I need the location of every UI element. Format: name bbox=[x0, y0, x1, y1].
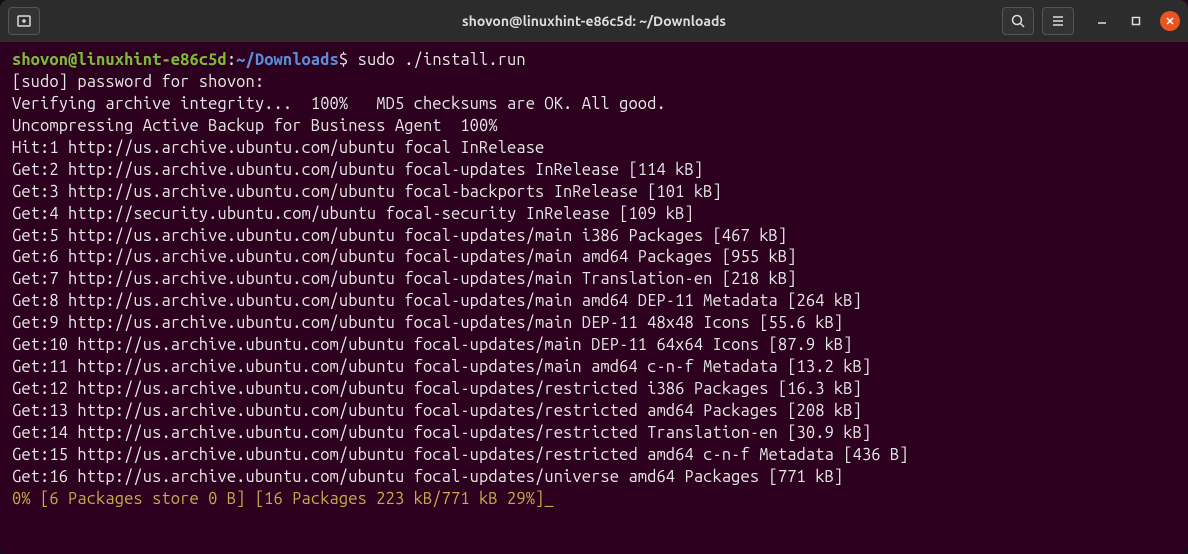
output-line: Get:3 http://us.archive.ubuntu.com/ubunt… bbox=[12, 182, 1176, 204]
output-line: Get:8 http://us.archive.ubuntu.com/ubunt… bbox=[12, 291, 1176, 313]
terminal-output[interactable]: shovon@linuxhint-e86c5d:~/Downloads$ sud… bbox=[0, 42, 1188, 554]
new-tab-button[interactable] bbox=[8, 7, 40, 35]
terminal-window: shovon@linuxhint-e86c5d: ~/Downloads bbox=[0, 0, 1188, 554]
output-line: Get:11 http://us.archive.ubuntu.com/ubun… bbox=[12, 357, 1176, 379]
search-icon bbox=[1010, 13, 1026, 29]
cursor: _ bbox=[544, 490, 553, 508]
command-text: sudo ./install.run bbox=[358, 51, 526, 69]
output-line: Hit:1 http://us.archive.ubuntu.com/ubunt… bbox=[12, 138, 1176, 160]
maximize-icon bbox=[1131, 16, 1141, 26]
prompt-line: shovon@linuxhint-e86c5d:~/Downloads$ sud… bbox=[12, 50, 1176, 72]
window-title: shovon@linuxhint-e86c5d: ~/Downloads bbox=[462, 13, 726, 29]
output-line: Get:2 http://us.archive.ubuntu.com/ubunt… bbox=[12, 160, 1176, 182]
output-line: Get:6 http://us.archive.ubuntu.com/ubunt… bbox=[12, 247, 1176, 269]
close-button[interactable] bbox=[1160, 11, 1180, 31]
output-line: Get:10 http://us.archive.ubuntu.com/ubun… bbox=[12, 335, 1176, 357]
output-line: Verifying archive integrity... 100% MD5 … bbox=[12, 94, 1176, 116]
output-line: Get:16 http://us.archive.ubuntu.com/ubun… bbox=[12, 467, 1176, 489]
progress-text: 0% [6 Packages store 0 B] [16 Packages 2… bbox=[12, 490, 544, 508]
output-line: Get:15 http://us.archive.ubuntu.com/ubun… bbox=[12, 445, 1176, 467]
titlebar-right bbox=[1002, 7, 1180, 35]
menu-button[interactable] bbox=[1042, 7, 1074, 35]
prompt-colon: : bbox=[227, 51, 236, 69]
minimize-button[interactable] bbox=[1092, 11, 1112, 31]
output-line: Get:14 http://us.archive.ubuntu.com/ubun… bbox=[12, 423, 1176, 445]
hamburger-icon bbox=[1050, 13, 1066, 29]
close-icon bbox=[1165, 16, 1175, 26]
prompt-user-host: shovon@linuxhint-e86c5d bbox=[12, 51, 227, 69]
output-line: Get:4 http://security.ubuntu.com/ubuntu … bbox=[12, 204, 1176, 226]
prompt-path: ~/Downloads bbox=[236, 51, 339, 69]
search-button[interactable] bbox=[1002, 7, 1034, 35]
output-line: Get:12 http://us.archive.ubuntu.com/ubun… bbox=[12, 379, 1176, 401]
output-line: Get:7 http://us.archive.ubuntu.com/ubunt… bbox=[12, 269, 1176, 291]
prompt-dollar: $ bbox=[339, 51, 358, 69]
minimize-icon bbox=[1097, 16, 1107, 26]
output-line: Get:13 http://us.archive.ubuntu.com/ubun… bbox=[12, 401, 1176, 423]
titlebar: shovon@linuxhint-e86c5d: ~/Downloads bbox=[0, 0, 1188, 42]
window-controls bbox=[1092, 11, 1180, 31]
output-line: Get:9 http://us.archive.ubuntu.com/ubunt… bbox=[12, 313, 1176, 335]
output-line: Get:5 http://us.archive.ubuntu.com/ubunt… bbox=[12, 226, 1176, 248]
maximize-button[interactable] bbox=[1126, 11, 1146, 31]
new-tab-icon bbox=[16, 13, 32, 29]
output-line: Uncompressing Active Backup for Business… bbox=[12, 116, 1176, 138]
titlebar-left bbox=[8, 7, 40, 35]
progress-line: 0% [6 Packages store 0 B] [16 Packages 2… bbox=[12, 489, 1176, 511]
output-line: [sudo] password for shovon: bbox=[12, 72, 1176, 94]
